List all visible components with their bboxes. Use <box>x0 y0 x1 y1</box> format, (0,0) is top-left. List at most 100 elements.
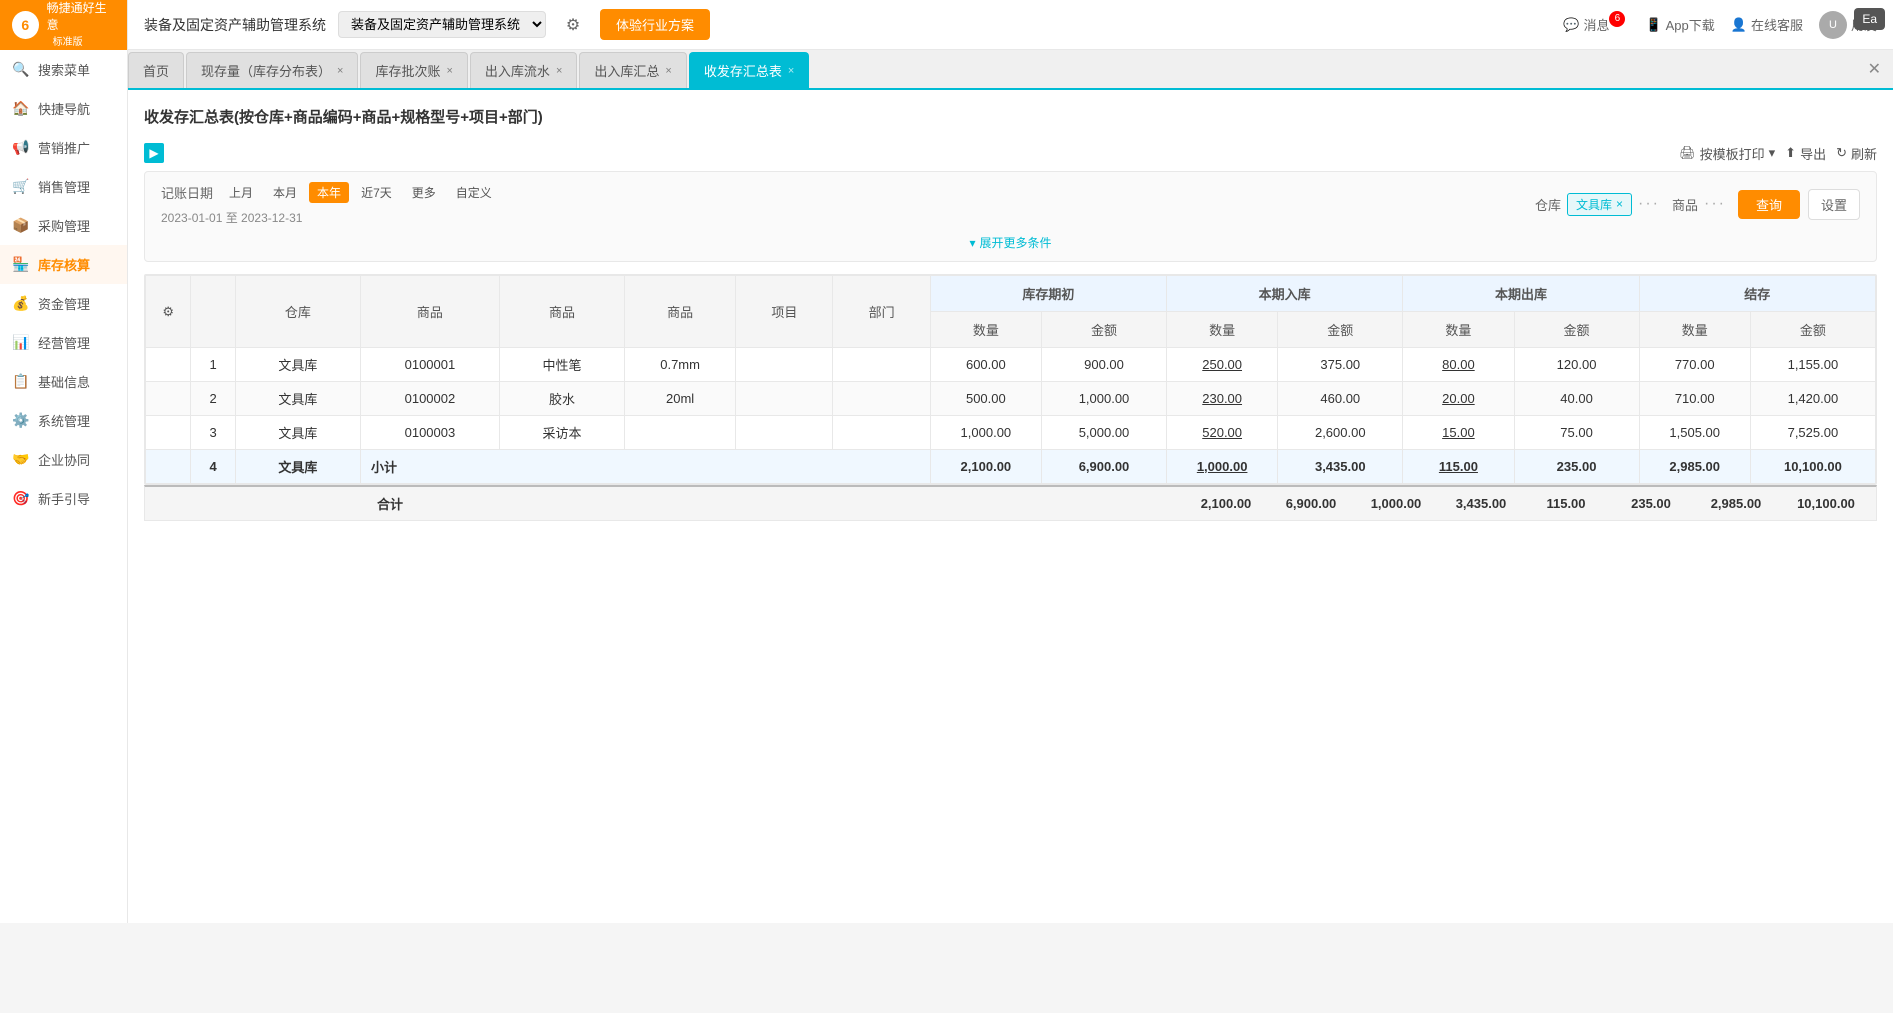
row-settings-2[interactable] <box>146 416 191 450</box>
tab-label-5: 收发存汇总表 <box>704 61 782 80</box>
row-dept-2 <box>833 416 930 450</box>
subtotal-out-amt: 235.00 <box>1514 450 1639 484</box>
table-footer: 合计 2,100.00 6,900.00 1,000.00 3,435.00 1… <box>144 485 1877 521</box>
row-bal-qty-2: 1,505.00 <box>1639 416 1750 450</box>
tabbar: 首页现存量（库存分布表）×库存批次账×出入库流水×出入库汇总×收发存汇总表× ✕ <box>128 50 1893 90</box>
filter-expand-arrow[interactable]: ▶ <box>144 143 164 163</box>
operations-icon: 📊 <box>12 334 30 352</box>
sidebar-item-newbie[interactable]: 🎯新手引导 <box>0 479 127 518</box>
warehouse-remove-icon[interactable]: × <box>1616 197 1623 211</box>
row-in-qty-1[interactable]: 230.00 <box>1167 382 1278 416</box>
row-open-qty-0: 600.00 <box>930 348 1041 382</box>
tab-label-0: 首页 <box>143 61 169 80</box>
refresh-button[interactable]: ↻ 刷新 <box>1836 144 1877 163</box>
tab-label-2: 库存批次账 <box>375 61 440 80</box>
page-title: 收发存汇总表(按仓库+商品编码+商品+规格型号+项目+部门) <box>144 106 1877 127</box>
row-out-qty-1[interactable]: 20.00 <box>1403 382 1514 416</box>
row-bal-amt-2: 7,525.00 <box>1750 416 1875 450</box>
product-more-icon[interactable]: ··· <box>1704 195 1726 213</box>
date-btn-this-year[interactable]: 本年 <box>309 182 349 203</box>
export-button[interactable]: ⬆ 导出 <box>1785 144 1826 163</box>
topbar: 装备及固定资产辅助管理系统 装备及固定资产辅助管理系统 ⚙ 体验行业方案 💬 消… <box>128 0 1893 50</box>
subtotal-in-qty[interactable]: 1,000.00 <box>1167 450 1278 484</box>
date-btn-custom[interactable]: 自定义 <box>448 182 500 203</box>
tab-label-1: 现存量（库存分布表） <box>201 61 331 80</box>
date-btn-7days[interactable]: 近7天 <box>353 182 400 203</box>
tab-3[interactable]: 出入库流水× <box>470 52 577 88</box>
system-select[interactable]: 装备及固定资产辅助管理系统 <box>338 11 546 38</box>
gear-icon[interactable]: ⚙ <box>162 304 174 319</box>
sidebar-item-system[interactable]: ⚙️系统管理 <box>0 401 127 440</box>
sidebar-item-marketing[interactable]: 📢营销推广 <box>0 128 127 167</box>
sidebar-label-operations: 经营管理 <box>38 333 90 352</box>
warehouse-more-icon[interactable]: ··· <box>1638 195 1660 213</box>
sidebar-label-enterprise: 企业协同 <box>38 450 90 469</box>
filter-bar: 记账日期 上月 本月 本年 近7天 更多 自定义 2023-01-01 至 20… <box>144 171 1877 262</box>
sidebar-label-purchase: 采购管理 <box>38 216 90 235</box>
tabbar-close-icon[interactable]: ✕ <box>1856 59 1893 79</box>
row-out-qty-2[interactable]: 15.00 <box>1403 416 1514 450</box>
sidebar-item-operations[interactable]: 📊 经营管理 <box>0 323 127 362</box>
subtotal-row: 4 文具库 小计 2,100.00 6,900.00 1,000.00 3,43… <box>146 450 1876 484</box>
message-icon: 💬 <box>1563 17 1579 33</box>
warehouse-tag[interactable]: 文具库 × <box>1567 193 1632 216</box>
inventory-icon: 🏪 <box>12 256 30 274</box>
tab-close-1[interactable]: × <box>337 65 343 77</box>
row-in-qty-0[interactable]: 250.00 <box>1167 348 1278 382</box>
sidebar-item-inventory[interactable]: 🏪库存核算 <box>0 245 127 284</box>
sidebar-item-finance[interactable]: 💰资金管理 <box>0 284 127 323</box>
row-warehouse-0: 文具库 <box>235 348 360 382</box>
query-button[interactable]: 查询 <box>1738 190 1800 219</box>
tab-0[interactable]: 首页 <box>128 52 184 88</box>
row-code-0: 0100001 <box>360 348 499 382</box>
tab-close-4[interactable]: × <box>665 65 671 77</box>
logo-icon: 6 <box>12 11 39 39</box>
action-bar: ▶ 🖨 按模板打印 ▾ ⬆ 导出 ↻ 刷新 <box>144 143 1877 163</box>
row-settings-0[interactable] <box>146 348 191 382</box>
marketing-icon: 📢 <box>12 139 30 157</box>
topbar-settings-icon[interactable]: ⚙ <box>558 10 588 40</box>
col-name-header: 商品 <box>499 276 624 348</box>
sidebar-item-purchase[interactable]: 📦采购管理 <box>0 206 127 245</box>
row-out-amt-2: 75.00 <box>1514 416 1639 450</box>
row-in-qty-2[interactable]: 520.00 <box>1167 416 1278 450</box>
row-out-qty-0[interactable]: 80.00 <box>1403 348 1514 382</box>
date-label: 记账日期 <box>161 183 213 202</box>
tab-1[interactable]: 现存量（库存分布表） × <box>186 52 358 88</box>
tab-2[interactable]: 库存批次账 × <box>360 52 467 88</box>
expand-conditions-button[interactable]: ▾ 展开更多条件 <box>969 234 1051 251</box>
col-bal-qty-header: 数量 <box>1639 312 1750 348</box>
subtotal-out-qty[interactable]: 115.00 <box>1403 450 1514 484</box>
sidebar-item-sales[interactable]: 🛒销售管理 <box>0 167 127 206</box>
col-out-qty-header: 数量 <box>1403 312 1514 348</box>
tab-5[interactable]: 收发存汇总表 × <box>689 52 809 88</box>
settings-button[interactable]: 设置 <box>1808 189 1860 220</box>
subtotal-bal-amt: 10,100.00 <box>1750 450 1875 484</box>
date-btn-more[interactable]: 更多 <box>404 182 444 203</box>
print-button[interactable]: 🖨 按模板打印 ▾ <box>1679 144 1775 163</box>
quick-icon: 🏠 <box>12 100 30 118</box>
sidebar-item-quick[interactable]: 🏠快捷导航 <box>0 89 127 128</box>
sidebar-item-basic[interactable]: 📋基础信息 <box>0 362 127 401</box>
row-code-2: 0100003 <box>360 416 499 450</box>
date-btn-this-month[interactable]: 本月 <box>265 182 305 203</box>
online-service-button[interactable]: 👤 在线客服 <box>1731 15 1803 34</box>
tabs-container: 首页现存量（库存分布表）×库存批次账×出入库流水×出入库汇总×收发存汇总表× <box>128 52 811 88</box>
tab-4[interactable]: 出入库汇总 × <box>579 52 686 88</box>
tab-close-2[interactable]: × <box>446 65 452 77</box>
basic-icon: 📋 <box>12 373 30 391</box>
messages-button[interactable]: 💬 消息 6 <box>1563 15 1629 34</box>
app-download-button[interactable]: 📱 App下载 <box>1645 15 1714 34</box>
tab-close-5[interactable]: × <box>788 65 794 77</box>
subtotal-label: 小计 <box>360 450 930 484</box>
row-warehouse-1: 文具库 <box>235 382 360 416</box>
tab-label-4: 出入库汇总 <box>594 61 659 80</box>
tab-close-3[interactable]: × <box>556 65 562 77</box>
sidebar-item-enterprise[interactable]: 🤝企业协同 <box>0 440 127 479</box>
subtotal-in-amt: 3,435.00 <box>1278 450 1403 484</box>
row-settings-1[interactable] <box>146 382 191 416</box>
sidebar-item-search[interactable]: 🔍搜索菜单 <box>0 50 127 89</box>
col-settings-header[interactable]: ⚙ <box>146 276 191 348</box>
date-btn-last-month[interactable]: 上月 <box>221 182 261 203</box>
trial-button[interactable]: 体验行业方案 <box>600 9 710 40</box>
